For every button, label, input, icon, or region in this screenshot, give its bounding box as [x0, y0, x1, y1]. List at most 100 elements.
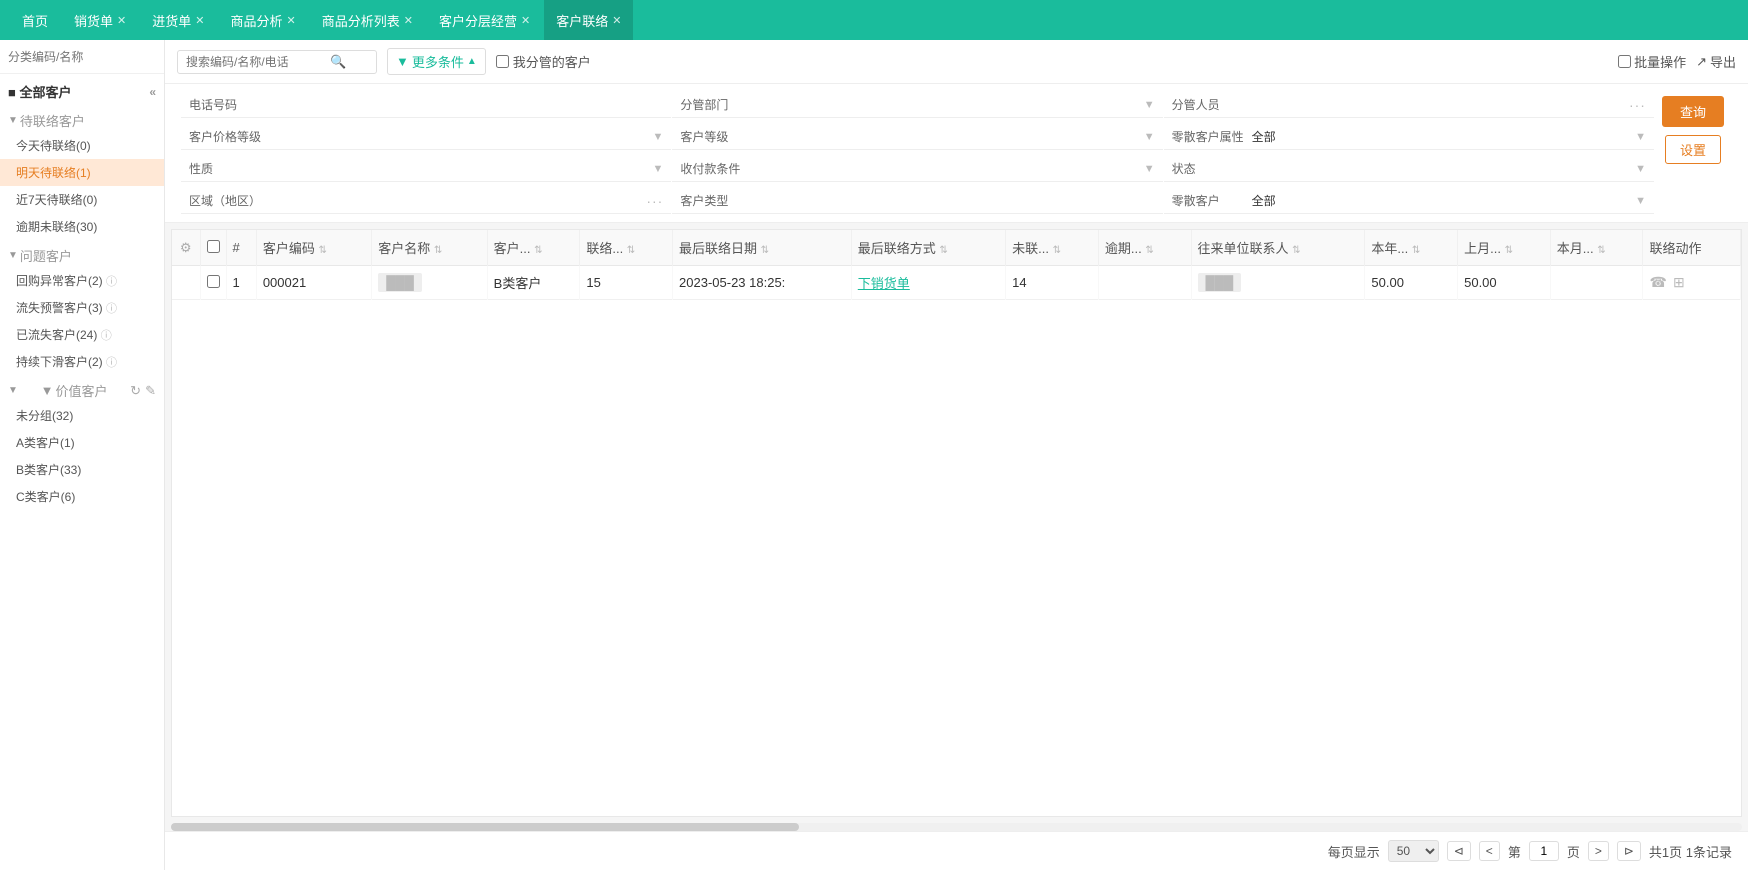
chevron-down-icon4: ▼	[1635, 131, 1646, 143]
nav-tier-close[interactable]: ✕	[521, 14, 530, 27]
sidebar-item-unclassified[interactable]: 未分组(32)	[0, 402, 164, 429]
col-unit-contact[interactable]: 往来单位联系人 ⇅	[1191, 230, 1365, 266]
sidebar-item-repurchase-abnormal[interactable]: 回购异常客户(2) ⓘ	[0, 267, 164, 294]
row-checkbox[interactable]	[207, 275, 220, 288]
section-value-customer[interactable]: ▼价值客户 ↻ ✎	[0, 375, 164, 402]
nav-sales-order[interactable]: 销货单 ✕	[62, 0, 138, 40]
query-button[interactable]: 查询	[1662, 96, 1724, 127]
filter-retail-customer: 零散客户 全部 ▼	[1164, 188, 1654, 214]
filter-payment-select[interactable]: ▼	[760, 163, 1154, 175]
filter-retail-attr-value: 全部	[1252, 128, 1631, 145]
dots-icon[interactable]: ···	[1629, 97, 1646, 113]
col-code[interactable]: 客户编码 ⇅	[256, 230, 371, 266]
my-customers-checkbox[interactable]	[496, 55, 509, 68]
sidebar-collapse-icon[interactable]: «	[149, 85, 156, 99]
all-customers-header[interactable]: ■ 全部客户 «	[0, 74, 164, 105]
section-pending-contact[interactable]: 待联络客户	[0, 105, 164, 132]
sidebar-search-input[interactable]	[8, 50, 163, 64]
col-name[interactable]: 客户名称 ⇅	[372, 230, 487, 266]
first-page-btn[interactable]: ⊲	[1447, 841, 1471, 861]
total-info: 共1页 1条记录	[1649, 842, 1732, 861]
col-last-date[interactable]: 最后联络日期 ⇅	[673, 230, 852, 266]
row-last-date: 2023-05-23 18:25:	[673, 266, 852, 300]
filter-person: 分管人员 ···	[1164, 92, 1654, 118]
next-page-btn[interactable]: >	[1588, 841, 1609, 861]
filter-region-select[interactable]: ···	[269, 193, 663, 209]
filter-retail-customer-select[interactable]: 全部 ▼	[1252, 192, 1646, 209]
filter-status-select[interactable]: ▼	[1252, 163, 1646, 175]
action-grid-icon[interactable]: ⊞	[1673, 274, 1685, 291]
filter-retail-attr-label: 零散客户属性	[1172, 128, 1252, 145]
page-size-select[interactable]: 10 20 50 100	[1388, 840, 1439, 862]
sidebar-item-b-customers[interactable]: B类客户(33)	[0, 456, 164, 483]
col-no: #	[226, 230, 256, 266]
filter-price-level-select[interactable]: ▼	[269, 131, 663, 143]
nav-goods-list-close[interactable]: ✕	[404, 14, 413, 27]
col-action: 联络动作	[1643, 230, 1741, 266]
nav-customer-tier[interactable]: 客户分层经营 ✕	[427, 0, 542, 40]
select-all-checkbox[interactable]	[207, 240, 220, 253]
export-btn[interactable]: ↗ 导出	[1696, 52, 1736, 71]
section-pending-label: 待联络客户	[20, 111, 85, 130]
nav-customer-contact[interactable]: 客户联络 ✕	[544, 0, 633, 40]
dots-icon2[interactable]: ···	[646, 193, 663, 209]
col-overdue[interactable]: 逾期... ⇅	[1098, 230, 1191, 266]
settings-col-header[interactable]: ⚙	[172, 230, 200, 266]
sidebar-item-7day-contact[interactable]: 近7天待联络(0)	[0, 186, 164, 213]
filter-dept-select[interactable]: ▼	[760, 99, 1154, 111]
sidebar-item-churn-warning[interactable]: 流失预警客户(3) ⓘ	[0, 294, 164, 321]
sidebar-item-overdue-contact[interactable]: 逾期未联络(30)	[0, 213, 164, 240]
filter-person-select[interactable]: ···	[1252, 97, 1646, 113]
search-icon[interactable]: 🔍	[330, 54, 346, 70]
col-last-month[interactable]: 上月... ⇅	[1458, 230, 1551, 266]
filter-nature-select[interactable]: ▼	[269, 163, 663, 175]
content-area: 🔍 ▼ 更多条件 ▲ 我分管的客户 批量操作 ↗	[165, 40, 1748, 870]
nav-contact-close[interactable]: ✕	[612, 14, 621, 27]
section-problem-label: 问题客户	[20, 246, 72, 265]
set-button[interactable]: 设置	[1665, 135, 1721, 164]
more-conditions-btn[interactable]: ▼ 更多条件 ▲	[387, 48, 486, 75]
sidebar-item-a-customers[interactable]: A类客户(1)	[0, 429, 164, 456]
filter-phone-input[interactable]	[269, 98, 663, 112]
nav-goods-close[interactable]: ✕	[287, 14, 296, 27]
sidebar-item-tomorrow-contact[interactable]: 明天待联络(1)	[0, 159, 164, 186]
row-not-contacted: 14	[1006, 266, 1099, 300]
col-contacts[interactable]: 联络... ⇅	[580, 230, 673, 266]
section-problem-customer[interactable]: 问题客户	[0, 240, 164, 267]
filter-right-actions: 批量操作 ↗ 导出	[1618, 52, 1736, 71]
batch-op-btn[interactable]: 批量操作	[1618, 52, 1686, 71]
prev-page-btn[interactable]: <	[1479, 841, 1500, 861]
scrollbar-thumb[interactable]	[171, 823, 799, 831]
filter-customer-level: 客户等级 ▼	[672, 124, 1162, 150]
page-number-input[interactable]	[1529, 841, 1559, 861]
last-page-btn[interactable]: ⊳	[1617, 841, 1641, 861]
sidebar-item-c-customers[interactable]: C类客户(6)	[0, 483, 164, 510]
nav-goods-analysis[interactable]: 商品分析 ✕	[218, 0, 307, 40]
nav-home[interactable]: 首页	[10, 0, 60, 40]
nav-goods-analysis-list[interactable]: 商品分析列表 ✕	[310, 0, 425, 40]
row-code: 000021	[256, 266, 371, 300]
sidebar-item-today-contact[interactable]: 今天待联络(0)	[0, 132, 164, 159]
filter-retail-attr-select[interactable]: 全部 ▼	[1252, 128, 1646, 145]
nav-purchase-order[interactable]: 进货单 ✕	[140, 0, 216, 40]
last-method-link[interactable]: 下销货单	[858, 276, 910, 291]
search-input[interactable]	[186, 55, 326, 69]
nav-sales-close[interactable]: ✕	[117, 14, 126, 27]
refresh-icon[interactable]: ↻	[130, 383, 141, 399]
nav-purchase-close[interactable]: ✕	[195, 14, 204, 27]
sidebar-item-churned[interactable]: 已流失客户(24) ⓘ	[0, 321, 164, 348]
pagination: 每页显示 10 20 50 100 ⊲ < 第 页 > ⊳ 共1页 1条记录	[165, 831, 1748, 870]
checkbox-col-header	[200, 230, 226, 266]
action-phone-icon[interactable]: ☎	[1649, 274, 1666, 291]
col-type[interactable]: 客户... ⇅	[487, 230, 580, 266]
advanced-filter: 电话号码 分管部门 ▼	[165, 84, 1748, 223]
filter-customer-level-select[interactable]: ▼	[760, 131, 1154, 143]
batch-op-checkbox[interactable]	[1618, 55, 1631, 68]
col-this-month[interactable]: 本月... ⇅	[1550, 230, 1643, 266]
edit-icon[interactable]: ✎	[145, 383, 156, 399]
sidebar-item-declining[interactable]: 持续下滑客户(2) ⓘ	[0, 348, 164, 375]
horizontal-scrollbar[interactable]	[171, 823, 1742, 831]
col-this-year[interactable]: 本年... ⇅	[1365, 230, 1458, 266]
col-last-method[interactable]: 最后联络方式 ⇅	[851, 230, 1005, 266]
col-not-contacted[interactable]: 未联... ⇅	[1006, 230, 1099, 266]
